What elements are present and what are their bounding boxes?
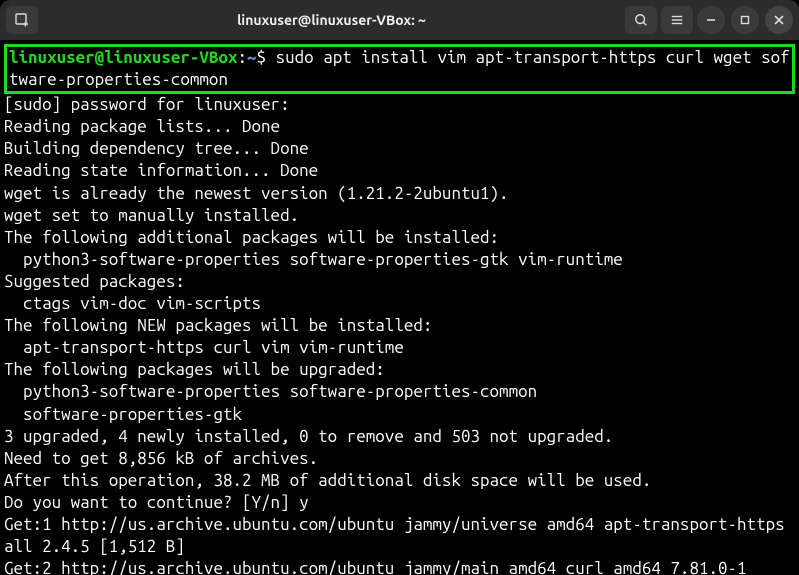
command-highlight: linuxuser@linuxuser-VBox:~$ sudo apt ins… (4, 44, 795, 94)
output-line: [sudo] password for linuxuser: (4, 94, 795, 116)
terminal-content[interactable]: linuxuser@linuxuser-VBox:~$ sudo apt ins… (0, 40, 799, 575)
output-line: software-properties-gtk (4, 404, 795, 426)
output-line: 3 upgraded, 4 newly installed, 0 to remo… (4, 426, 795, 448)
minimize-icon (706, 15, 716, 25)
output-line: python3-software-properties software-pro… (4, 381, 795, 403)
output-line: python3-software-properties software-pro… (4, 249, 795, 271)
output-line: The following NEW packages will be insta… (4, 315, 795, 337)
output-line: Reading package lists... Done (4, 116, 795, 138)
menu-button[interactable] (661, 6, 693, 34)
output-line: Do you want to continue? [Y/n] y (4, 492, 795, 514)
output-line: Reading state information... Done (4, 160, 795, 182)
output-line: wget set to manually installed. (4, 205, 795, 227)
output-line: Suggested packages: (4, 271, 795, 293)
close-button[interactable] (765, 6, 793, 34)
window-controls (697, 6, 793, 34)
search-icon (634, 13, 648, 27)
titlebar: linuxuser@linuxuser-VBox: ~ (0, 0, 799, 40)
new-tab-icon (14, 12, 30, 28)
prompt-dollar: $ (257, 48, 267, 67)
output-line: The following packages will be upgraded: (4, 359, 795, 381)
output-line: Get:2 http://us.archive.ubuntu.com/ubunt… (4, 558, 795, 575)
hamburger-icon (670, 13, 684, 27)
output-line: After this operation, 38.2 MB of additio… (4, 470, 795, 492)
output-line: wget is already the newest version (1.21… (4, 183, 795, 205)
prompt-user: linuxuser@linuxuser-VBox (9, 48, 237, 67)
output-line: Building dependency tree... Done (4, 138, 795, 160)
window-title: linuxuser@linuxuser-VBox: ~ (42, 12, 621, 28)
output-line: apt-transport-https curl vim vim-runtime (4, 337, 795, 359)
close-icon (774, 15, 784, 25)
new-tab-button[interactable] (6, 6, 38, 34)
prompt-path: ~ (247, 48, 257, 67)
output-line: Get:1 http://us.archive.ubuntu.com/ubunt… (4, 514, 795, 558)
minimize-button[interactable] (697, 6, 725, 34)
output-line: ctags vim-doc vim-scripts (4, 293, 795, 315)
maximize-icon (740, 15, 750, 25)
output-line: Need to get 8,856 kB of archives. (4, 448, 795, 470)
maximize-button[interactable] (731, 6, 759, 34)
output-line: The following additional packages will b… (4, 227, 795, 249)
prompt-colon: : (237, 48, 247, 67)
search-button[interactable] (625, 6, 657, 34)
